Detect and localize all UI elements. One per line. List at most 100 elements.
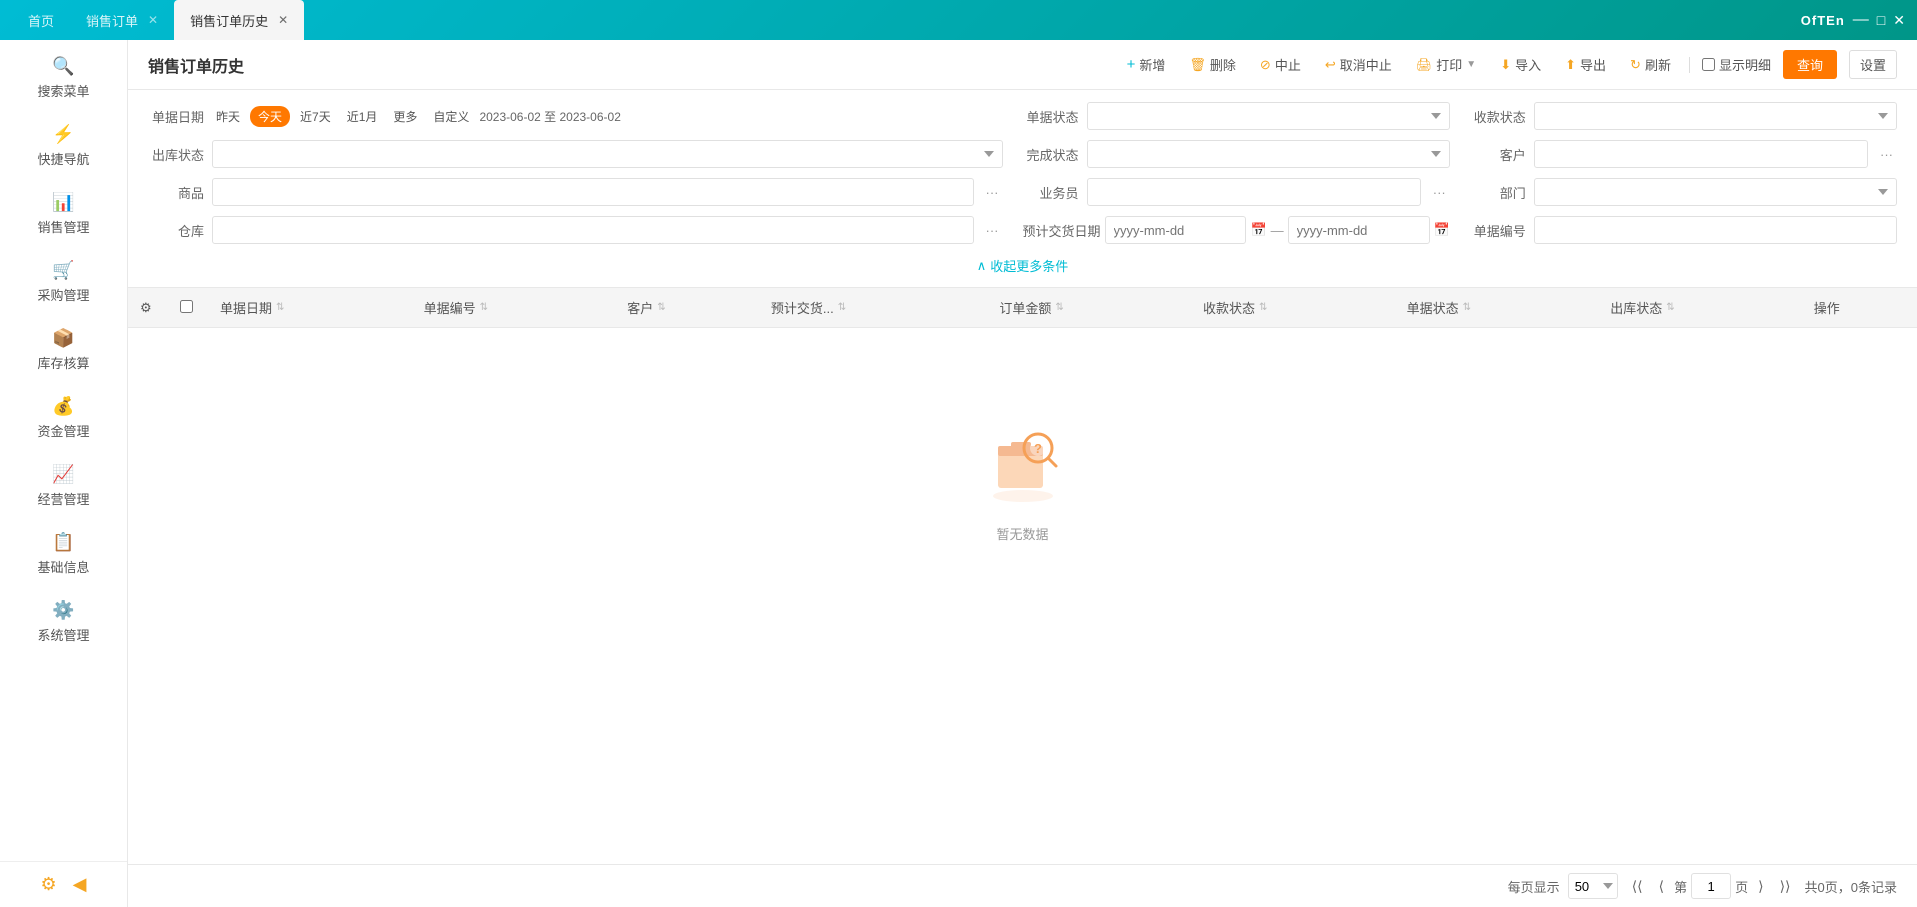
per-page-label: 每页显示 <box>1508 877 1560 896</box>
collapse-row[interactable]: ∧ 收起更多条件 <box>148 254 1897 275</box>
product-input[interactable] <box>212 178 974 206</box>
customer-input[interactable] <box>1534 140 1868 168</box>
sidebar-item-system-label: 系统管理 <box>37 625 89 644</box>
sidebar-item-finance[interactable]: 💰 资金管理 <box>0 384 127 452</box>
settings-btn[interactable]: 设置 <box>1849 50 1897 79</box>
export-btn[interactable]: ⬆ 导出 <box>1559 51 1612 78</box>
filter-group-product: 商品 ··· <box>148 178 1003 206</box>
col-delivery-status-sort[interactable]: 出库状态 ⇅ <box>1610 298 1790 317</box>
order-status-select[interactable] <box>1087 102 1450 130</box>
filter-area: 单据日期 昨天 今天 近7天 近1月 更多 自定义 2023-06-02 至 2… <box>128 90 1917 288</box>
tab-home[interactable]: 首页 <box>12 0 70 40</box>
warehouse-input[interactable] <box>212 216 974 244</box>
tab-sales-order-history[interactable]: 销售订单历史 ✕ <box>174 0 304 40</box>
tab-sales-order[interactable]: 销售订单 ✕ <box>70 0 174 40</box>
col-order-status-sort[interactable]: 单据状态 ⇅ <box>1407 298 1587 317</box>
customer-ellipsis-btn[interactable]: ··· <box>1876 147 1897 162</box>
import-icon: ⬇ <box>1500 57 1511 73</box>
window-close-btn[interactable]: ✕ <box>1893 12 1905 29</box>
query-btn[interactable]: 查询 <box>1783 50 1837 79</box>
prev-page-btn[interactable]: ⟨ <box>1653 876 1670 897</box>
window-maximize-btn[interactable]: □ <box>1877 12 1885 28</box>
sidebar-item-operations[interactable]: 📈 经营管理 <box>0 452 127 520</box>
settings-bottom-icon[interactable]: ⚙ <box>41 874 57 895</box>
col-action: 操作 <box>1802 288 1917 328</box>
col-expected-delivery-sort[interactable]: 预计交货... ⇅ <box>771 298 976 317</box>
per-page-select[interactable]: 50 10 20 100 <box>1568 873 1618 899</box>
add-btn[interactable]: + 新增 <box>1121 51 1172 78</box>
filter-group-order-status: 单据状态 <box>1023 102 1450 130</box>
col-order-no-sort[interactable]: 单据编号 ⇅ <box>424 298 604 317</box>
toolbar-separator <box>1689 57 1690 73</box>
completion-status-select[interactable] <box>1087 140 1450 168</box>
delete-icon: 🗑 <box>1189 57 1206 73</box>
sidebar-item-inventory-label: 库存核算 <box>37 353 89 372</box>
date-1month-btn[interactable]: 近1月 <box>341 106 384 127</box>
product-ellipsis-btn[interactable]: ··· <box>982 185 1003 200</box>
collapse-label: 收起更多条件 <box>990 256 1068 275</box>
last-page-btn[interactable]: ⟩⟩ <box>1774 876 1797 897</box>
sidebar-bottom: ⚙ ◀ <box>0 861 127 907</box>
salesperson-input[interactable] <box>1087 178 1421 206</box>
sidebar-item-sales[interactable]: 📊 销售管理 <box>0 180 127 248</box>
print-btn[interactable]: 🖨 打印 ▼ <box>1410 51 1482 78</box>
filter-row-4: 仓库 ··· 预计交货日期 📅 — 📅 单据编号 <box>148 216 1897 244</box>
col-date: 单据日期 ⇅ <box>208 288 412 328</box>
department-select[interactable] <box>1534 178 1897 206</box>
completion-status-label: 完成状态 <box>1023 145 1079 164</box>
sidebar-item-search[interactable]: 🔍 搜索菜单 <box>0 44 127 112</box>
import-btn[interactable]: ⬇ 导入 <box>1494 51 1547 78</box>
filter-group-customer: 客户 ··· <box>1470 140 1897 168</box>
display-dense-checkbox-group[interactable]: 显示明细 <box>1702 55 1771 74</box>
sidebar-item-basic-info[interactable]: 📋 基础信息 <box>0 520 127 588</box>
collapse-sidebar-icon[interactable]: ◀ <box>73 874 87 895</box>
cancel-stop-btn[interactable]: ↩ 取消中止 <box>1319 51 1398 78</box>
col-customer-sort[interactable]: 客户 ⇅ <box>627 298 747 317</box>
first-page-btn[interactable]: ⟨⟨ <box>1626 876 1649 897</box>
refresh-btn[interactable]: ↻ 刷新 <box>1624 51 1677 78</box>
tab-sales-order-close[interactable]: ✕ <box>148 13 158 27</box>
date-more-btn[interactable]: 更多 <box>387 106 423 127</box>
col-date-sort[interactable]: 单据日期 ⇅ <box>220 298 400 317</box>
col-amount-sort[interactable]: 订单金额 ⇅ <box>999 298 1179 317</box>
col-order-status: 单据状态 ⇅ <box>1395 288 1599 328</box>
next-page-btn[interactable]: ⟩ <box>1752 876 1769 897</box>
calendar-start-icon[interactable]: 📅 <box>1250 222 1266 238</box>
page-input[interactable]: 1 <box>1691 873 1731 899</box>
warehouse-ellipsis-btn[interactable]: ··· <box>982 223 1003 238</box>
table-select-all-checkbox[interactable] <box>180 300 193 313</box>
delete-btn[interactable]: 🗑 删除 <box>1183 51 1242 78</box>
table-settings-icon[interactable]: ⚙ <box>140 300 152 315</box>
payment-status-label: 收款状态 <box>1470 107 1526 126</box>
salesperson-ellipsis-btn[interactable]: ··· <box>1429 185 1450 200</box>
toolbar: + 新增 🗑 删除 ⊘ 中止 ↩ 取消中止 🖨 打印 <box>1121 50 1897 79</box>
filter-group-date: 单据日期 昨天 今天 近7天 近1月 更多 自定义 2023-06-02 至 2… <box>148 106 1003 127</box>
expected-date-start-input[interactable] <box>1105 216 1247 244</box>
filter-group-expected-date: 预计交货日期 📅 — 📅 <box>1023 216 1450 244</box>
col-payment-status-sort[interactable]: 收款状态 ⇅ <box>1203 298 1383 317</box>
payment-status-select[interactable] <box>1534 102 1897 130</box>
display-dense-checkbox[interactable] <box>1702 58 1715 71</box>
sidebar-item-purchase[interactable]: 🛒 采购管理 <box>0 248 127 316</box>
order-no-input[interactable] <box>1534 216 1897 244</box>
date-7days-btn[interactable]: 近7天 <box>294 106 337 127</box>
sort-icon-customer: ⇅ <box>657 303 665 313</box>
sidebar-item-quick-nav[interactable]: ⚡ 快捷导航 <box>0 112 127 180</box>
date-today-btn[interactable]: 今天 <box>250 106 290 127</box>
cancel-stop-icon: ↩ <box>1325 57 1336 73</box>
date-custom-btn[interactable]: 自定义 <box>427 106 475 127</box>
tab-sales-order-history-close[interactable]: ✕ <box>278 13 288 27</box>
col-expected-delivery: 预计交货... ⇅ <box>759 288 988 328</box>
calendar-end-icon[interactable]: 📅 <box>1434 222 1450 238</box>
window-minimize-btn[interactable]: — <box>1853 11 1869 29</box>
delivery-status-select[interactable] <box>212 140 1003 168</box>
col-payment-status: 收款状态 ⇅ <box>1191 288 1395 328</box>
date-group: 昨天 今天 近7天 近1月 更多 自定义 2023-06-02 至 2023-0… <box>210 106 1003 127</box>
sidebar-item-system[interactable]: ⚙️ 系统管理 <box>0 588 127 656</box>
stop-btn[interactable]: ⊘ 中止 <box>1254 51 1307 78</box>
date-yesterday-btn[interactable]: 昨天 <box>210 106 246 127</box>
expected-date-end-input[interactable] <box>1288 216 1430 244</box>
sidebar-item-inventory[interactable]: 📦 库存核算 <box>0 316 127 384</box>
filter-group-salesperson: 业务员 ··· <box>1023 178 1450 206</box>
sidebar-item-basic-info-label: 基础信息 <box>37 557 89 576</box>
